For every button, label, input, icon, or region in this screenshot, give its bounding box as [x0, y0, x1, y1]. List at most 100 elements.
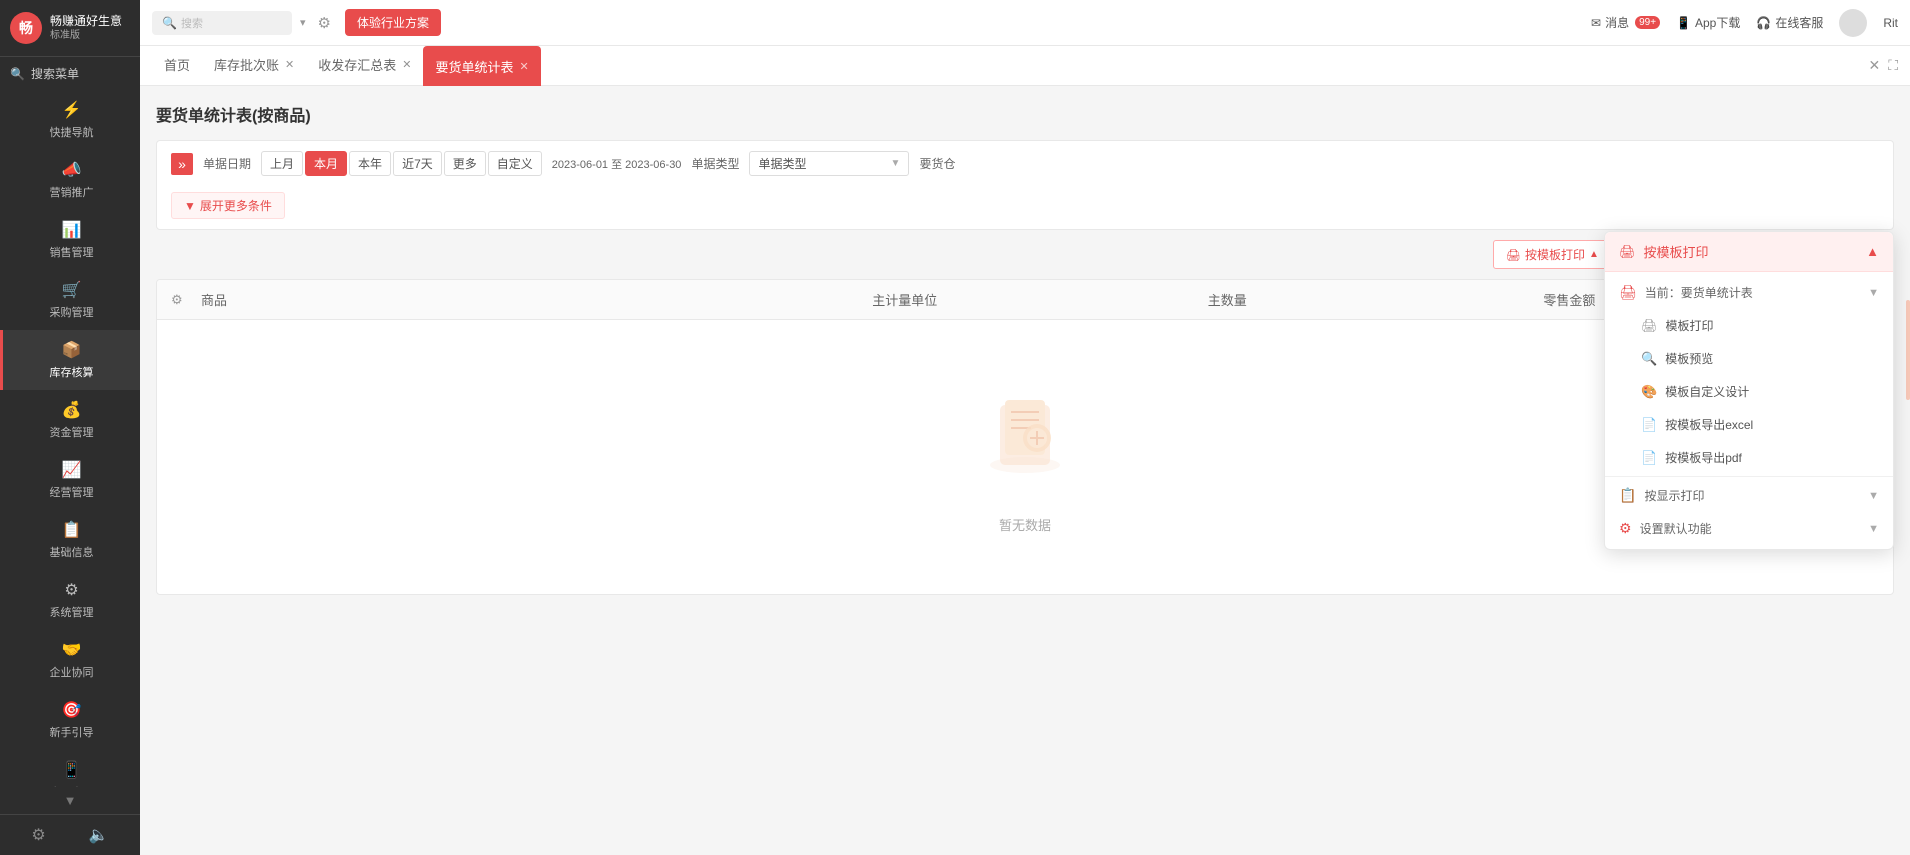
- page-title: 要货单统计表(按商品): [156, 102, 1894, 126]
- tab-order-stats[interactable]: 要货单统计表 ✕: [423, 46, 540, 86]
- dropdown-item-template-preview[interactable]: 🔍 模板预览: [1605, 342, 1893, 375]
- sidebar-item-basics[interactable]: 📋 基础信息: [0, 510, 140, 570]
- template-preview-icon: 🔍: [1641, 351, 1657, 367]
- dropdown-item-export-excel[interactable]: 📄 按模板导出excel: [1605, 408, 1893, 441]
- speaker-bottom-icon[interactable]: 🔈: [89, 825, 109, 845]
- dropdown-item-template-design[interactable]: 🎨 模板自定义设计: [1605, 375, 1893, 408]
- settings-bottom-icon[interactable]: ⚙: [31, 825, 45, 845]
- dropdown-body: 🖨 当前：要货单统计表 ▼ 🖨 模板打印 🔍 模板预览 🎨 模板自定义设计: [1605, 272, 1893, 549]
- tabs-bar: 首页 库存批次账 ✕ 收发存汇总表 ✕ 要货单统计表 ✕ ✕ ⛶: [140, 46, 1910, 86]
- dropdown-item-template-print[interactable]: 🖨 模板打印: [1605, 309, 1893, 342]
- sidebar-scroll-down[interactable]: ▼: [0, 787, 140, 814]
- empty-illustration: [975, 380, 1075, 499]
- print-dropdown-arrow: ▲: [1589, 249, 1599, 260]
- sidebar-nav: ⚡ 快捷导航 📣 营销推广 📊 销售管理 🛒 采购管理 📦 库存核算 💰 资金管…: [0, 90, 140, 787]
- table-col-gear[interactable]: ⚙: [171, 292, 201, 308]
- topbar-gear-icon[interactable]: ⚙: [318, 14, 331, 32]
- sidebar-bottom: ⚙ 🔈: [0, 814, 140, 855]
- type-select-arrow: ▼: [891, 158, 901, 169]
- sidebar-logo: 畅 畅赚通好生意 标准版: [0, 0, 140, 57]
- filter-expand-button[interactable]: »: [171, 153, 193, 175]
- main-area: 🔍 搜索 ▾ ⚙ 体验行业方案 ✉ 消息 99+ 📱 App下载 🎧 在线客服 …: [140, 0, 1910, 855]
- tab-inventory-batch[interactable]: 库存批次账 ✕: [202, 46, 306, 86]
- date-btn-this-year[interactable]: 本年: [349, 151, 391, 176]
- tab-collection-summary[interactable]: 收发存汇总表 ✕: [306, 46, 423, 86]
- appstore-icon: 📱: [62, 760, 82, 780]
- topbar: 🔍 搜索 ▾ ⚙ 体验行业方案 ✉ 消息 99+ 📱 App下载 🎧 在线客服 …: [140, 0, 1910, 46]
- tab-home[interactable]: 首页: [152, 46, 202, 86]
- quick-nav-icon: ⚡: [62, 100, 82, 120]
- topbar-search-icon: 🔍: [162, 16, 177, 30]
- tab-close-all-icon[interactable]: ✕: [1868, 57, 1880, 74]
- user-avatar[interactable]: [1839, 9, 1867, 37]
- expand-more-conditions-button[interactable]: ▼ 展开更多条件: [171, 192, 285, 219]
- date-btn-last-month[interactable]: 上月: [261, 151, 303, 176]
- right-edge-handle[interactable]: [1906, 300, 1910, 400]
- close-order-stats-tab[interactable]: ✕: [520, 60, 529, 73]
- marketing-icon: 📣: [62, 160, 82, 180]
- export-pdf-icon: 📄: [1641, 450, 1657, 466]
- operations-icon: 📈: [62, 460, 82, 480]
- page-content: 要货单统计表(按商品) » 单据日期 上月 本月 本年 近7天 更多 自定义 2…: [140, 86, 1910, 855]
- dropdown-set-default[interactable]: ⚙ 设置默认功能 ▼: [1605, 512, 1893, 545]
- table-col-product: 商品: [201, 290, 872, 309]
- headset-icon: 🎧: [1756, 16, 1771, 30]
- topbar-search[interactable]: 🔍 搜索: [152, 11, 292, 35]
- sidebar-item-marketing[interactable]: 📣 营销推广: [0, 150, 140, 210]
- print-icon: 🖨: [1506, 248, 1521, 262]
- sales-icon: 📊: [62, 220, 82, 240]
- dropdown-header-title: 按模板打印: [1644, 242, 1867, 261]
- print-template-button[interactable]: 🖨 按模板打印 ▲: [1493, 240, 1612, 269]
- search-icon: 🔍: [10, 67, 25, 81]
- messages-button[interactable]: ✉ 消息 99+: [1591, 14, 1660, 31]
- type-filter-select[interactable]: 单据类型 ▼: [749, 151, 909, 176]
- date-btn-custom[interactable]: 自定义: [488, 151, 542, 176]
- sidebar-item-appstore[interactable]: 📱 应用中心: [0, 750, 140, 787]
- guide-icon: 🎯: [62, 700, 82, 720]
- basics-icon: 📋: [62, 520, 82, 540]
- inventory-icon: 📦: [62, 340, 82, 360]
- topbar-right: ✉ 消息 99+ 📱 App下载 🎧 在线客服 Rit: [1591, 9, 1898, 37]
- sidebar-item-quick-nav[interactable]: ⚡ 快捷导航: [0, 90, 140, 150]
- set-default-arrow: ▼: [1868, 523, 1879, 535]
- filter-bar: » 单据日期 上月 本月 本年 近7天 更多 自定义 2023-06-01 至 …: [156, 140, 1894, 230]
- dropdown-item-export-pdf[interactable]: 📄 按模板导出pdf: [1605, 441, 1893, 474]
- dropdown-header-arrow: ▲: [1866, 244, 1879, 259]
- username-display: Rit: [1883, 16, 1898, 30]
- empty-text: 暂无数据: [999, 515, 1051, 534]
- trial-button[interactable]: 体验行业方案: [345, 9, 441, 36]
- table-col-qty: 主数量: [1208, 290, 1544, 309]
- sidebar-item-inventory[interactable]: 📦 库存核算: [0, 330, 140, 390]
- dropdown-header[interactable]: 🖨 按模板打印 ▲: [1605, 232, 1893, 272]
- purchase-icon: 🛒: [62, 280, 82, 300]
- sidebar-item-purchase[interactable]: 🛒 采购管理: [0, 270, 140, 330]
- sidebar-item-system[interactable]: ⚙ 系统管理: [0, 570, 140, 630]
- sidebar-item-guide[interactable]: 🎯 新手引导: [0, 690, 140, 750]
- date-range-display: 2023-06-01 至 2023-06-30: [552, 156, 682, 172]
- table-col-unit: 主计量单位: [872, 290, 1208, 309]
- dropdown-current-section[interactable]: 🖨 当前：要货单统计表 ▼: [1605, 276, 1893, 309]
- date-btn-more[interactable]: 更多: [444, 151, 486, 176]
- current-section-print-icon: 🖨: [1619, 284, 1637, 301]
- sidebar-logo-text: 畅赚通好生意 标准版: [50, 14, 122, 43]
- filter-row-1: » 单据日期 上月 本月 本年 近7天 更多 自定义 2023-06-01 至 …: [171, 151, 1879, 176]
- online-service-button[interactable]: 🎧 在线客服: [1756, 14, 1823, 31]
- enterprise-icon: 🤝: [62, 640, 82, 660]
- sidebar-item-enterprise[interactable]: 🤝 企业协同: [0, 630, 140, 690]
- close-collection-summary-tab[interactable]: ✕: [402, 58, 411, 71]
- topbar-dropdown-arrow[interactable]: ▾: [300, 16, 306, 29]
- tab-maximize-icon[interactable]: ⛶: [1888, 57, 1898, 74]
- display-print-icon: 📋: [1619, 487, 1636, 504]
- sidebar-logo-icon: 畅: [10, 12, 42, 44]
- app-download-button[interactable]: 📱 App下载: [1676, 14, 1740, 31]
- sidebar-item-finance[interactable]: 💰 资金管理: [0, 390, 140, 450]
- current-section-arrow: ▼: [1868, 287, 1879, 299]
- dropdown-display-print[interactable]: 📋 按显示打印 ▼: [1605, 479, 1893, 512]
- sidebar: 畅 畅赚通好生意 标准版 🔍 搜索菜单 ⚡ 快捷导航 📣 营销推广 📊 销售管理…: [0, 0, 140, 855]
- date-btn-this-month[interactable]: 本月: [305, 151, 347, 176]
- close-inventory-batch-tab[interactable]: ✕: [285, 58, 294, 71]
- sidebar-item-operations[interactable]: 📈 经营管理: [0, 450, 140, 510]
- date-btn-7days[interactable]: 近7天: [393, 151, 442, 176]
- sidebar-item-sales[interactable]: 📊 销售管理: [0, 210, 140, 270]
- sidebar-search[interactable]: 🔍 搜索菜单: [0, 57, 140, 90]
